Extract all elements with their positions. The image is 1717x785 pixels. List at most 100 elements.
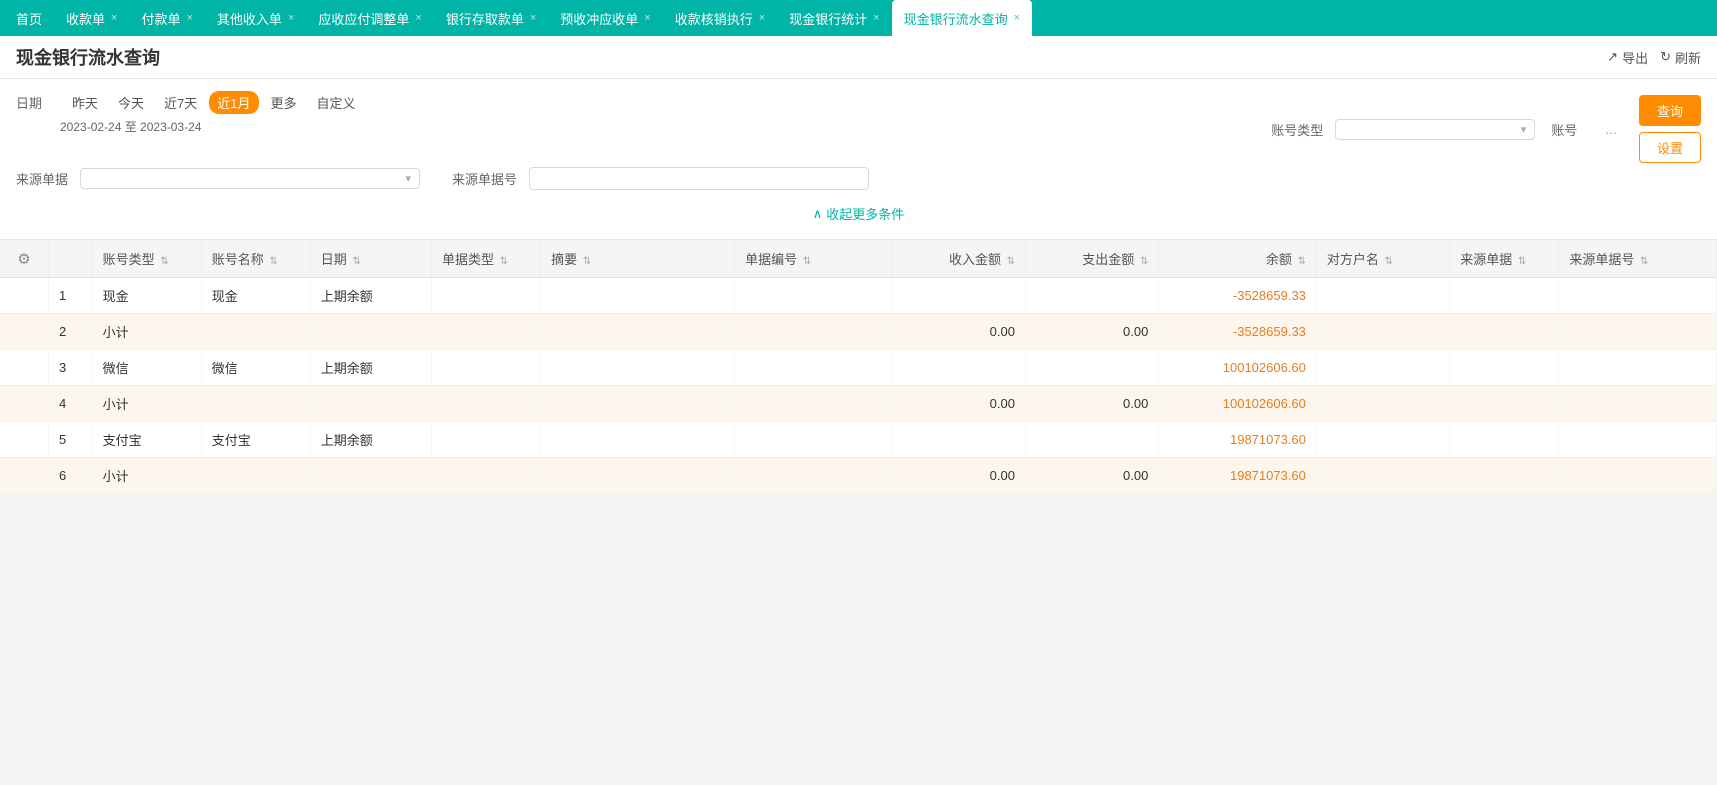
account-type-arrow-icon: ▾ — [1521, 123, 1527, 136]
col-settings-header[interactable]: ⚙ — [0, 240, 48, 278]
close-receipt-icon[interactable]: × — [111, 12, 117, 24]
col-balance-header[interactable]: 余额 ⇅ — [1159, 240, 1317, 278]
nav-tab-pre-collect-label: 预收冲应收单 — [560, 9, 638, 28]
table-row[interactable]: 4小计0.000.00100102606.60 — [0, 386, 1717, 422]
source-doc-no-input[interactable] — [529, 167, 869, 190]
account-label: 账号 — [1551, 120, 1587, 139]
source-doc-no-label: 来源单据号 — [452, 169, 517, 188]
filter-action-buttons: 查询 设置 — [1639, 95, 1701, 163]
date-option-1month[interactable]: 近1月 — [209, 91, 258, 114]
date-option-7days[interactable]: 近7天 — [156, 91, 205, 114]
nav-tab-ar-adjust[interactable]: 应收应付调整单 × — [306, 0, 433, 36]
sort-account-type-icon: ⇅ — [160, 256, 168, 267]
table-settings-icon[interactable]: ⚙ — [17, 251, 30, 268]
sort-account-name-icon: ⇅ — [269, 256, 277, 267]
account-type-select[interactable]: ▾ — [1335, 119, 1535, 140]
settings-button[interactable]: 设置 — [1639, 132, 1701, 163]
sort-expense-icon: ⇅ — [1140, 256, 1148, 267]
export-icon: ↗ — [1607, 49, 1618, 65]
close-bank-deposit-icon[interactable]: × — [530, 12, 536, 24]
date-range-text: 2023-02-24 至 2023-03-24 — [60, 120, 201, 134]
date-option-more[interactable]: 更多 — [263, 91, 305, 114]
close-receipt-verify-icon[interactable]: × — [759, 12, 765, 24]
sort-doc-type-icon: ⇅ — [500, 256, 508, 267]
account-type-label: 账号类型 — [1271, 120, 1323, 139]
collapse-label: 收起更多条件 — [826, 204, 904, 223]
refresh-icon: ↻ — [1660, 49, 1671, 65]
nav-tab-cash-bank-stat[interactable]: 现金银行统计 × — [777, 0, 891, 36]
sort-doc-no-icon: ⇅ — [803, 256, 811, 267]
table-row[interactable]: 6小计0.000.0019871073.60 — [0, 458, 1717, 494]
close-payment-icon[interactable]: × — [186, 12, 192, 24]
nav-tab-pre-collect[interactable]: 预收冲应收单 × — [548, 0, 662, 36]
date-option-yesterday[interactable]: 昨天 — [64, 91, 106, 114]
export-button[interactable]: ↗ 导出 — [1607, 48, 1648, 67]
sort-source-doc-icon: ⇅ — [1518, 256, 1526, 267]
col-income-header[interactable]: 收入金额 ⇅ — [892, 240, 1025, 278]
col-doc-no-header[interactable]: 单据编号 ⇅ — [735, 240, 893, 278]
nav-tab-other-income-label: 其他收入单 — [217, 9, 282, 28]
col-date-header[interactable]: 日期 ⇅ — [310, 240, 431, 278]
table-row[interactable]: 1现金现金上期余额-3528659.33 — [0, 278, 1717, 314]
source-doc-select[interactable]: ▾ — [80, 168, 420, 189]
date-filter-label: 日期 — [16, 93, 52, 112]
nav-tab-home[interactable]: 首页 — [4, 0, 54, 36]
col-counterpart-header[interactable]: 对方户名 ⇅ — [1316, 240, 1449, 278]
query-button[interactable]: 查询 — [1639, 95, 1701, 126]
nav-tab-receipt-verify-label: 收款核销执行 — [675, 9, 753, 28]
col-source-doc-no-header[interactable]: 来源单据号 ⇅ — [1559, 240, 1717, 278]
nav-tab-cash-bank-flow-label: 现金银行流水查询 — [904, 9, 1008, 28]
table-row[interactable]: 3微信微信上期余额100102606.60 — [0, 350, 1717, 386]
table-row[interactable]: 2小计0.000.00-3528659.33 — [0, 314, 1717, 350]
collapse-up-icon: ∧ — [813, 206, 823, 222]
nav-tab-bank-deposit[interactable]: 银行存取款单 × — [434, 0, 548, 36]
col-account-type-header[interactable]: 账号类型 ⇅ — [92, 240, 201, 278]
table-header-row: ⚙ 账号类型 ⇅ 账号名称 ⇅ 日期 ⇅ 单据类型 ⇅ — [0, 240, 1717, 278]
data-table: ⚙ 账号类型 ⇅ 账号名称 ⇅ 日期 ⇅ 单据类型 ⇅ — [0, 240, 1717, 494]
sort-date-icon: ⇅ — [352, 256, 360, 267]
sort-counterpart-icon: ⇅ — [1385, 256, 1393, 267]
account-ellipsis-button[interactable]: ... — [1599, 119, 1623, 139]
page-header: 现金银行流水查询 ↗ 导出 ↻ 刷新 — [0, 36, 1717, 79]
col-summary-header[interactable]: 摘要 ⇅ — [541, 240, 735, 278]
close-other-income-icon[interactable]: × — [288, 12, 294, 24]
close-ar-adjust-icon[interactable]: × — [415, 12, 421, 24]
table-container: ⚙ 账号类型 ⇅ 账号名称 ⇅ 日期 ⇅ 单据类型 ⇅ — [0, 240, 1717, 494]
close-cash-bank-flow-icon[interactable]: × — [1014, 12, 1020, 24]
nav-tab-payment[interactable]: 付款单 × — [129, 0, 204, 36]
nav-tab-receipt[interactable]: 收款单 × — [54, 0, 129, 36]
source-doc-label: 来源单据 — [16, 169, 68, 188]
table-body: 1现金现金上期余额-3528659.332小计0.000.00-3528659.… — [0, 278, 1717, 494]
col-doc-type-header[interactable]: 单据类型 ⇅ — [432, 240, 541, 278]
close-cash-bank-stat-icon[interactable]: × — [873, 12, 879, 24]
sort-source-doc-no-icon: ⇅ — [1640, 256, 1648, 267]
collapse-bar[interactable]: ∧ 收起更多条件 — [16, 200, 1701, 231]
date-options-group: 昨天 今天 近7天 近1月 更多 自定义 — [64, 91, 364, 114]
col-expense-header[interactable]: 支出金额 ⇅ — [1025, 240, 1158, 278]
close-pre-collect-icon[interactable]: × — [644, 12, 650, 24]
date-option-custom[interactable]: 自定义 — [309, 91, 364, 114]
top-nav: 首页 收款单 × 付款单 × 其他收入单 × 应收应付调整单 × 银行存取款单 … — [0, 0, 1717, 36]
table-row[interactable]: 5支付宝支付宝上期余额19871073.60 — [0, 422, 1717, 458]
nav-tab-ar-adjust-label: 应收应付调整单 — [318, 9, 409, 28]
nav-tab-home-label: 首页 — [16, 9, 42, 28]
nav-tab-cash-bank-stat-label: 现金银行统计 — [789, 9, 867, 28]
nav-tab-bank-deposit-label: 银行存取款单 — [446, 9, 524, 28]
date-option-today[interactable]: 今天 — [110, 91, 152, 114]
sort-summary-icon: ⇅ — [583, 256, 591, 267]
sort-balance-icon: ⇅ — [1298, 256, 1306, 267]
header-actions: ↗ 导出 ↻ 刷新 — [1607, 48, 1701, 67]
nav-tab-payment-label: 付款单 — [141, 9, 180, 28]
nav-tab-receipt-verify[interactable]: 收款核销执行 × — [663, 0, 777, 36]
source-doc-arrow-icon: ▾ — [405, 172, 411, 185]
col-no-header — [48, 240, 92, 278]
col-source-doc-header[interactable]: 来源单据 ⇅ — [1450, 240, 1559, 278]
col-account-name-header[interactable]: 账号名称 ⇅ — [201, 240, 310, 278]
refresh-label: 刷新 — [1675, 48, 1701, 67]
nav-tab-cash-bank-flow[interactable]: 现金银行流水查询 × — [892, 0, 1032, 36]
export-label: 导出 — [1622, 48, 1648, 67]
nav-tab-other-income[interactable]: 其他收入单 × — [205, 0, 306, 36]
nav-tab-receipt-label: 收款单 — [66, 9, 105, 28]
filter-area: 日期 昨天 今天 近7天 近1月 更多 自定义 2023-02-24 至 202… — [0, 79, 1717, 240]
refresh-button[interactable]: ↻ 刷新 — [1660, 48, 1701, 67]
